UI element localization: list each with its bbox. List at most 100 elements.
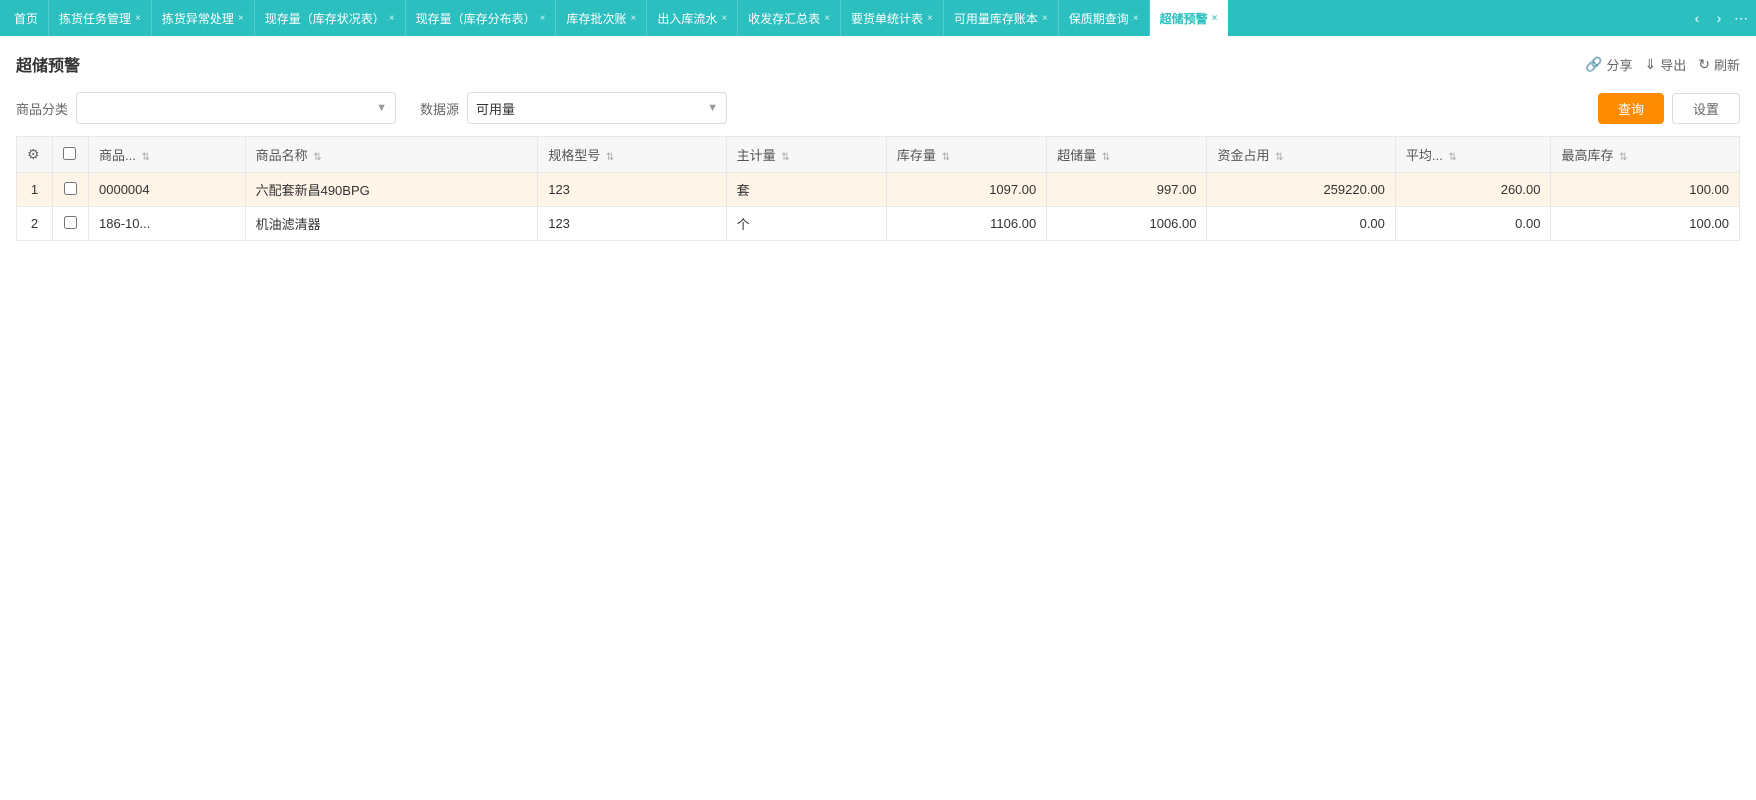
th-unit: 主计量 ⇅ xyxy=(726,137,886,173)
close-icon[interactable]: × xyxy=(238,13,244,24)
page-title: 超储预警 xyxy=(16,52,80,76)
nav-tab-batch[interactable]: 库存批次账 × xyxy=(556,0,647,36)
header-actions: 🔗 分享 ⇓ 导出 ↻ 刷新 xyxy=(1585,55,1740,74)
category-label: 商品分类 xyxy=(16,99,68,118)
refresh-icon: ↻ xyxy=(1698,56,1710,73)
close-icon[interactable]: × xyxy=(1212,13,1218,24)
th-product-name-label: 商品名称 xyxy=(256,148,308,163)
table-row: 1 0000004 六配套新昌490BPG 123 套 1097.00 997.… xyxy=(17,173,1740,207)
gear-icon[interactable]: ⚙ xyxy=(27,146,40,162)
share-icon: 🔗 xyxy=(1585,56,1602,73)
sort-icon[interactable]: ⇅ xyxy=(1448,152,1456,163)
sort-icon[interactable]: ⇅ xyxy=(1102,152,1110,163)
close-icon[interactable]: × xyxy=(540,13,546,24)
chevron-down-icon: ▼ xyxy=(707,102,718,114)
row-checkbox[interactable] xyxy=(64,182,77,195)
table-header-row: ⚙ 商品... ⇅ 商品名称 ⇅ 规格型号 ⇅ 主计量 xyxy=(17,137,1740,173)
nav-tab-order-stat[interactable]: 要货单统计表 × xyxy=(841,0,944,36)
th-max-stock: 最高库存 ⇅ xyxy=(1551,137,1740,173)
filter-row: 商品分类 ▼ 数据源 可用量 ▼ 查询 设置 xyxy=(16,92,1740,124)
nav-arrow-right[interactable]: › xyxy=(1708,0,1730,36)
query-button[interactable]: 查询 xyxy=(1598,93,1664,124)
row-capital: 0.00 xyxy=(1207,207,1395,241)
close-icon[interactable]: × xyxy=(1042,13,1048,24)
row-checkbox-cell xyxy=(53,207,89,241)
th-product-code: 商品... ⇅ xyxy=(89,137,246,173)
sort-icon[interactable]: ⇅ xyxy=(141,152,149,163)
row-spec: 123 xyxy=(538,207,726,241)
select-all-checkbox[interactable] xyxy=(63,147,76,160)
row-product-name: 六配套新昌490BPG xyxy=(245,173,538,207)
datasource-label: 数据源 xyxy=(420,99,459,118)
close-icon[interactable]: × xyxy=(824,13,830,24)
row-product-name: 机油滤清器 xyxy=(245,207,538,241)
th-product-name: 商品名称 ⇅ xyxy=(245,137,538,173)
row-checkbox[interactable] xyxy=(64,216,77,229)
nav-tab-task-mgmt-label: 拣货任务管理 xyxy=(59,10,131,27)
datasource-select[interactable]: 可用量 ▼ xyxy=(467,92,727,124)
sort-icon[interactable]: ⇅ xyxy=(781,152,789,163)
datasource-select-value: 可用量 xyxy=(476,99,515,118)
close-icon[interactable]: × xyxy=(927,13,933,24)
row-stock: 1097.00 xyxy=(886,173,1046,207)
row-avg: 0.00 xyxy=(1395,207,1551,241)
table-row: 2 186-10... 机油滤清器 123 个 1106.00 1006.00 … xyxy=(17,207,1740,241)
nav-arrows: ‹ › ⋯ xyxy=(1686,0,1752,36)
share-label: 分享 xyxy=(1606,55,1632,74)
nav-tab-task-mgmt[interactable]: 拣货任务管理 × xyxy=(49,0,152,36)
nav-tab-available[interactable]: 可用量库存账本 × xyxy=(944,0,1059,36)
settings-button[interactable]: 设置 xyxy=(1672,93,1740,124)
sort-icon[interactable]: ⇅ xyxy=(1619,152,1627,163)
close-icon[interactable]: × xyxy=(135,13,141,24)
row-product-code: 0000004 xyxy=(89,173,246,207)
refresh-button[interactable]: ↻ 刷新 xyxy=(1698,55,1740,74)
row-max-stock: 100.00 xyxy=(1551,173,1740,207)
nav-tab-inout[interactable]: 出入库流水 × xyxy=(647,0,738,36)
row-num: 1 xyxy=(17,173,53,207)
th-spec-label: 规格型号 xyxy=(548,148,600,163)
nav-tab-order-stat-label: 要货单统计表 xyxy=(851,10,923,27)
nav-arrow-left[interactable]: ‹ xyxy=(1686,0,1708,36)
th-check xyxy=(53,137,89,173)
export-icon: ⇓ xyxy=(1645,56,1657,73)
th-avg: 平均... ⇅ xyxy=(1395,137,1551,173)
category-select[interactable]: ▼ xyxy=(76,92,396,124)
th-stock: 库存量 ⇅ xyxy=(886,137,1046,173)
sort-icon[interactable]: ⇅ xyxy=(313,152,321,163)
close-icon[interactable]: × xyxy=(721,13,727,24)
nav-tab-stock-status[interactable]: 现存量（库存状况表） × xyxy=(255,0,406,36)
filter-actions: 查询 设置 xyxy=(1598,93,1740,124)
th-product-code-label: 商品... xyxy=(99,148,136,163)
nav-tab-exception[interactable]: 拣货异常处理 × xyxy=(152,0,255,36)
close-icon[interactable]: × xyxy=(1133,13,1139,24)
refresh-label: 刷新 xyxy=(1714,55,1740,74)
row-avg: 260.00 xyxy=(1395,173,1551,207)
th-avg-label: 平均... xyxy=(1406,148,1443,163)
nav-tab-stock-status-label: 现存量（库存状况表） xyxy=(265,10,385,27)
sort-icon[interactable]: ⇅ xyxy=(606,152,614,163)
nav-arrow-more[interactable]: ⋯ xyxy=(1730,0,1752,36)
nav-tab-stock-dist[interactable]: 现存量（库存分布表） × xyxy=(406,0,557,36)
nav-tab-available-label: 可用量库存账本 xyxy=(954,10,1038,27)
category-filter: 商品分类 ▼ xyxy=(16,92,396,124)
nav-tab-home-label: 首页 xyxy=(14,10,38,27)
sort-icon[interactable]: ⇅ xyxy=(1275,152,1283,163)
row-max-stock: 100.00 xyxy=(1551,207,1740,241)
nav-tab-expiry[interactable]: 保质期查询 × xyxy=(1059,0,1150,36)
nav-tab-stock-dist-label: 现存量（库存分布表） xyxy=(416,10,536,27)
export-label: 导出 xyxy=(1660,55,1686,74)
close-icon[interactable]: × xyxy=(389,13,395,24)
share-button[interactable]: 🔗 分享 xyxy=(1585,55,1632,74)
close-icon[interactable]: × xyxy=(630,13,636,24)
row-unit: 个 xyxy=(726,207,886,241)
data-table: ⚙ 商品... ⇅ 商品名称 ⇅ 规格型号 ⇅ 主计量 xyxy=(16,136,1740,241)
th-stock-label: 库存量 xyxy=(897,148,936,163)
nav-tab-collect[interactable]: 收发存汇总表 × xyxy=(738,0,841,36)
th-settings: ⚙ xyxy=(17,137,53,173)
th-capital-label: 资金占用 xyxy=(1217,148,1269,163)
th-capital: 资金占用 ⇅ xyxy=(1207,137,1395,173)
nav-tab-over-stock[interactable]: 超储预警 × xyxy=(1150,0,1229,36)
export-button[interactable]: ⇓ 导出 xyxy=(1645,55,1687,74)
nav-tab-home[interactable]: 首页 xyxy=(4,0,49,36)
sort-icon[interactable]: ⇅ xyxy=(942,152,950,163)
